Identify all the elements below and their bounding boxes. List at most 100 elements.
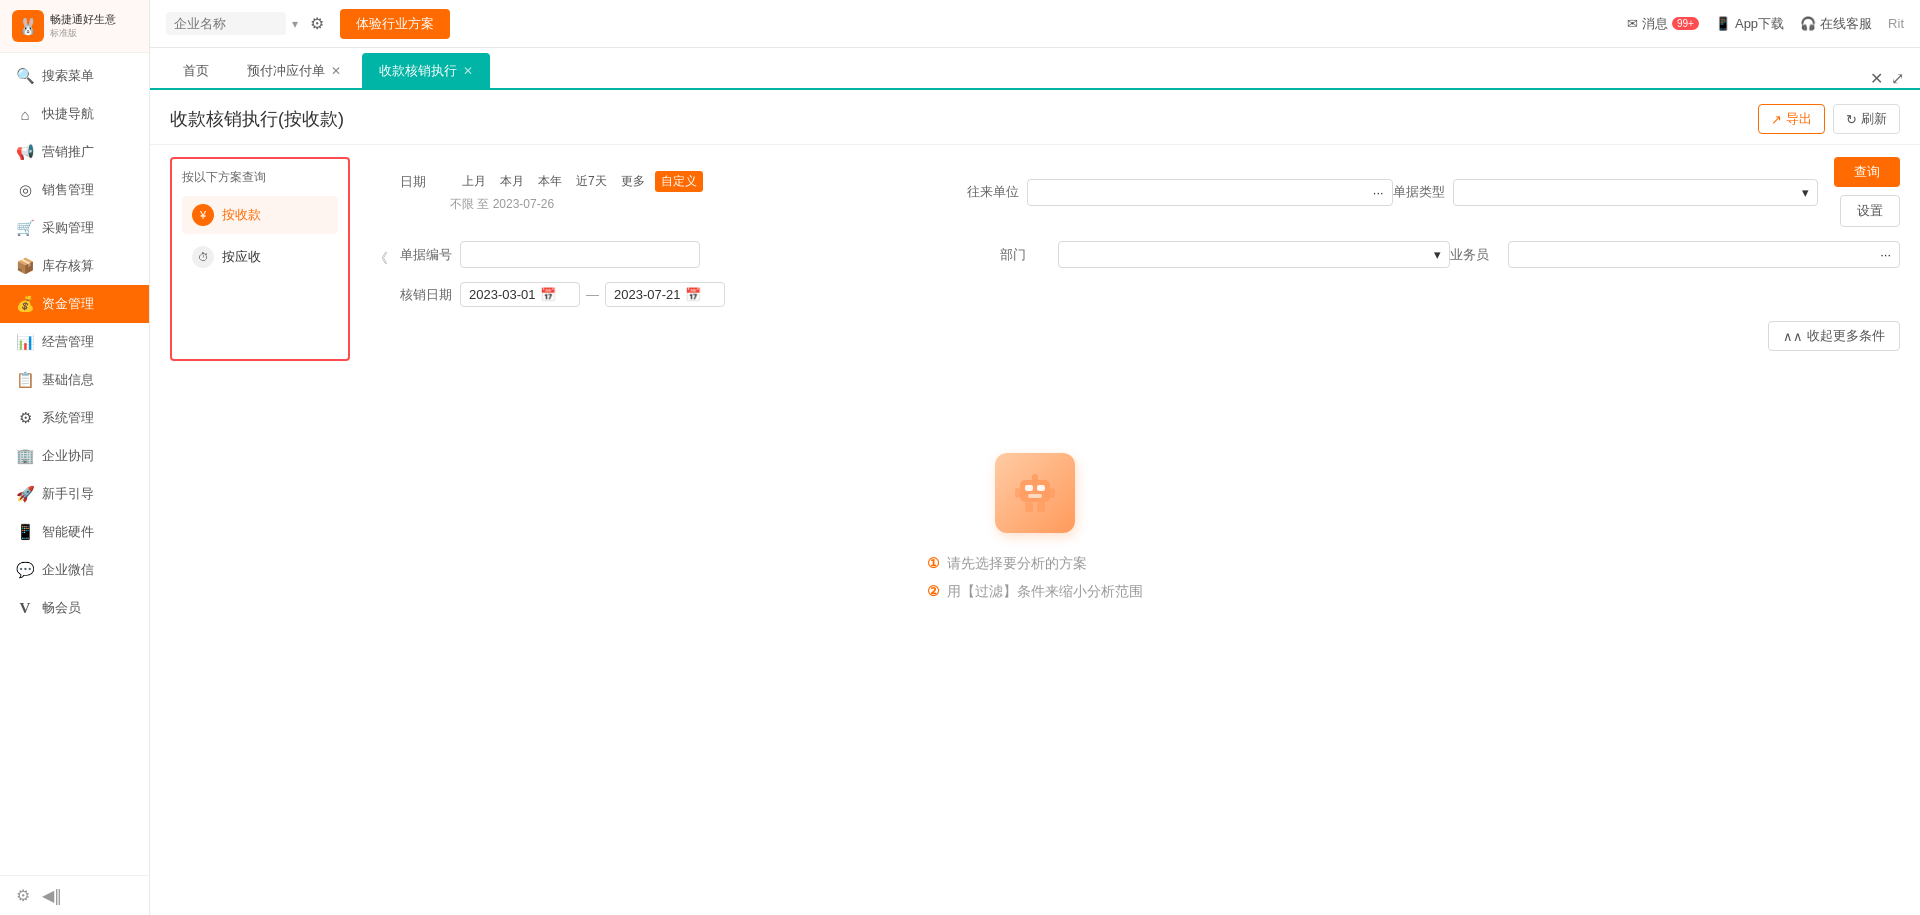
filter-option-receivable-label: 按应收 xyxy=(222,248,261,266)
sidebar-item-inventory[interactable]: 📦 库存核算 xyxy=(0,247,149,285)
brand-name-input[interactable] xyxy=(166,12,286,35)
docnumber-label: 单据编号 xyxy=(400,246,452,264)
sidebar-label-wechat: 企业微信 xyxy=(42,561,94,579)
sidebar-label-marketing: 营销推广 xyxy=(42,143,94,161)
basic-info-icon: 📋 xyxy=(16,371,34,389)
quick-nav-icon: ⌂ xyxy=(16,106,34,123)
receivable-icon: ⏱ xyxy=(192,246,214,268)
docnumber-input[interactable] xyxy=(460,241,700,268)
sidebar-bottom: ⚙ ◀‖ xyxy=(0,875,149,915)
user-name: Rit xyxy=(1888,16,1904,31)
settings-gear-icon[interactable]: ⚙ xyxy=(310,14,324,33)
counterpart-select[interactable]: ··· xyxy=(1027,179,1392,206)
online-service-item[interactable]: 🎧 在线客服 xyxy=(1800,15,1872,33)
expand-tab-icon[interactable]: ⤢ xyxy=(1891,69,1904,88)
app-download-item[interactable]: 📱 App下载 xyxy=(1715,15,1784,33)
writeoff-date-filter-item: 核销日期 2023-03-01 📅 — 2023-07-21 📅 xyxy=(400,282,1900,307)
sidebar-item-purchase[interactable]: 🛒 采购管理 xyxy=(0,209,149,247)
tab-writeoff-close-icon[interactable]: ✕ xyxy=(463,64,473,78)
doctype-label: 单据类型 xyxy=(1393,183,1445,201)
page-wrapper: 收款核销执行(按收款) ↗ 导出 ↻ 刷新 按以下方案查询 xyxy=(150,90,1920,915)
page-actions: ↗ 导出 ↻ 刷新 xyxy=(1758,104,1900,134)
sidebar-item-finance[interactable]: 💰 资金管理 xyxy=(0,285,149,323)
sidebar-label-operation: 经营管理 xyxy=(42,333,94,351)
sidebar: 🐰 畅捷通好生意 标准版 🔍 搜索菜单 ⌂ 快捷导航 📢 营销推广 ◎ 销售管理… xyxy=(0,0,150,915)
salesman-select[interactable]: ··· xyxy=(1508,241,1900,268)
sidebar-item-wechat[interactable]: 💬 企业微信 xyxy=(0,551,149,589)
tab-home-label: 首页 xyxy=(183,62,209,80)
sidebar-item-guide[interactable]: 🚀 新手引导 xyxy=(0,475,149,513)
message-label: 消息 xyxy=(1642,15,1668,33)
sidebar-label-purchase: 采购管理 xyxy=(42,219,94,237)
close-all-tabs-icon[interactable]: ✕ xyxy=(1870,69,1883,88)
filter-area: 按以下方案查询 ¥ 按收款 ⏱ 按应收 《 xyxy=(150,145,1920,373)
date-shortcut-7days[interactable]: 近7天 xyxy=(572,171,611,192)
system-icon: ⚙ xyxy=(16,409,34,427)
svg-rect-7 xyxy=(1025,502,1033,512)
topbar: ▾ ⚙ 体验行业方案 ✉ 消息 99+ 📱 App下载 🎧 在线客服 Rit xyxy=(150,0,1920,48)
tabbar-actions: ✕ ⤢ xyxy=(1870,69,1904,88)
sidebar-item-operation[interactable]: 📊 经营管理 xyxy=(0,323,149,361)
sidebar-item-quick-nav[interactable]: ⌂ 快捷导航 xyxy=(0,95,149,133)
empty-hint: ① 请先选择要分析的方案 ② 用【过滤】条件来缩小分析范围 xyxy=(927,549,1144,605)
sidebar-item-member[interactable]: V 畅会员 xyxy=(0,589,149,627)
date-filter-item: 日期 上月 本月 本年 近7天 更多 自定义 xyxy=(400,171,967,213)
tab-home[interactable]: 首页 xyxy=(166,53,226,88)
writeoff-start-input[interactable]: 2023-03-01 📅 xyxy=(460,282,580,307)
date-shortcut-this-month[interactable]: 本月 xyxy=(496,171,528,192)
content-area: 收款核销执行(按收款) ↗ 导出 ↻ 刷新 按以下方案查询 xyxy=(150,90,1920,915)
app-download-icon: 📱 xyxy=(1715,16,1731,31)
department-filter-item: 部门 ▾ xyxy=(1000,241,1450,268)
app-name: 畅捷通好生意 xyxy=(50,12,116,26)
brand-chevron-icon[interactable]: ▾ xyxy=(292,17,298,31)
date-shortcut-last-month[interactable]: 上月 xyxy=(458,171,490,192)
sidebar-item-system[interactable]: ⚙ 系统管理 xyxy=(0,399,149,437)
svg-rect-6 xyxy=(1050,488,1055,498)
sidebar-item-marketing[interactable]: 📢 营销推广 xyxy=(0,133,149,171)
panel-collapse-icon: 《 xyxy=(374,250,388,268)
settings-icon[interactable]: ⚙ xyxy=(16,886,30,905)
date-shortcut-this-year[interactable]: 本年 xyxy=(534,171,566,192)
filter-option-by-receipt[interactable]: ¥ 按收款 xyxy=(182,196,338,234)
tab-prepay-label: 预付冲应付单 xyxy=(247,62,325,80)
panel-title: 按以下方案查询 xyxy=(182,169,338,186)
department-chevron: ▾ xyxy=(1434,247,1441,262)
sidebar-label-member: 畅会员 xyxy=(42,599,81,617)
doctype-select[interactable]: ▾ xyxy=(1453,179,1818,206)
writeoff-end-input[interactable]: 2023-07-21 📅 xyxy=(605,282,725,307)
tab-prepay-close-icon[interactable]: ✕ xyxy=(331,64,341,78)
sidebar-item-smart-hw[interactable]: 📱 智能硬件 xyxy=(0,513,149,551)
sidebar-item-sales[interactable]: ◎ 销售管理 xyxy=(0,171,149,209)
setting-button[interactable]: 设置 xyxy=(1840,195,1900,227)
svg-rect-5 xyxy=(1015,488,1020,498)
topbar-right: ✉ 消息 99+ 📱 App下载 🎧 在线客服 Rit xyxy=(1627,15,1904,33)
sidebar-item-enterprise[interactable]: 🏢 企业协同 xyxy=(0,437,149,475)
sidebar-label-guide: 新手引导 xyxy=(42,485,94,503)
department-select[interactable]: ▾ xyxy=(1058,241,1450,268)
refresh-button[interactable]: ↻ 刷新 xyxy=(1833,104,1900,134)
sidebar-item-basic-info[interactable]: 📋 基础信息 xyxy=(0,361,149,399)
collapse-more-label: 收起更多条件 xyxy=(1807,327,1885,345)
collapse-more-button[interactable]: ∧∧ 收起更多条件 xyxy=(1768,321,1900,351)
member-icon: V xyxy=(16,600,34,617)
wechat-icon: 💬 xyxy=(16,561,34,579)
industry-solution-button[interactable]: 体验行业方案 xyxy=(340,9,450,39)
filter-row-2: 单据编号 部门 ▾ 业务员 xyxy=(400,241,1900,268)
filter-option-by-receivable[interactable]: ⏱ 按应收 xyxy=(182,238,338,276)
panel-collapse-button[interactable]: 《 xyxy=(370,157,392,361)
date-shortcut-more[interactable]: 更多 xyxy=(617,171,649,192)
date-shortcut-custom[interactable]: 自定义 xyxy=(655,171,703,192)
message-item[interactable]: ✉ 消息 99+ xyxy=(1627,15,1699,33)
query-button[interactable]: 查询 xyxy=(1834,157,1900,187)
sidebar-item-search-menu[interactable]: 🔍 搜索菜单 xyxy=(0,57,149,95)
tab-writeoff[interactable]: 收款核销执行 ✕ xyxy=(362,53,490,88)
sidebar-label-smart-hw: 智能硬件 xyxy=(42,523,94,541)
collapse-sidebar-icon[interactable]: ◀‖ xyxy=(42,886,62,905)
smart-hw-icon: 📱 xyxy=(16,523,34,541)
counterpart-label: 往来单位 xyxy=(967,183,1019,201)
filter-option-receipt-label: 按收款 xyxy=(222,206,261,224)
collapse-more-icon: ∧∧ xyxy=(1783,329,1803,344)
tab-prepay[interactable]: 预付冲应付单 ✕ xyxy=(230,53,358,88)
export-button[interactable]: ↗ 导出 xyxy=(1758,104,1825,134)
doctype-chevron: ▾ xyxy=(1802,185,1809,200)
